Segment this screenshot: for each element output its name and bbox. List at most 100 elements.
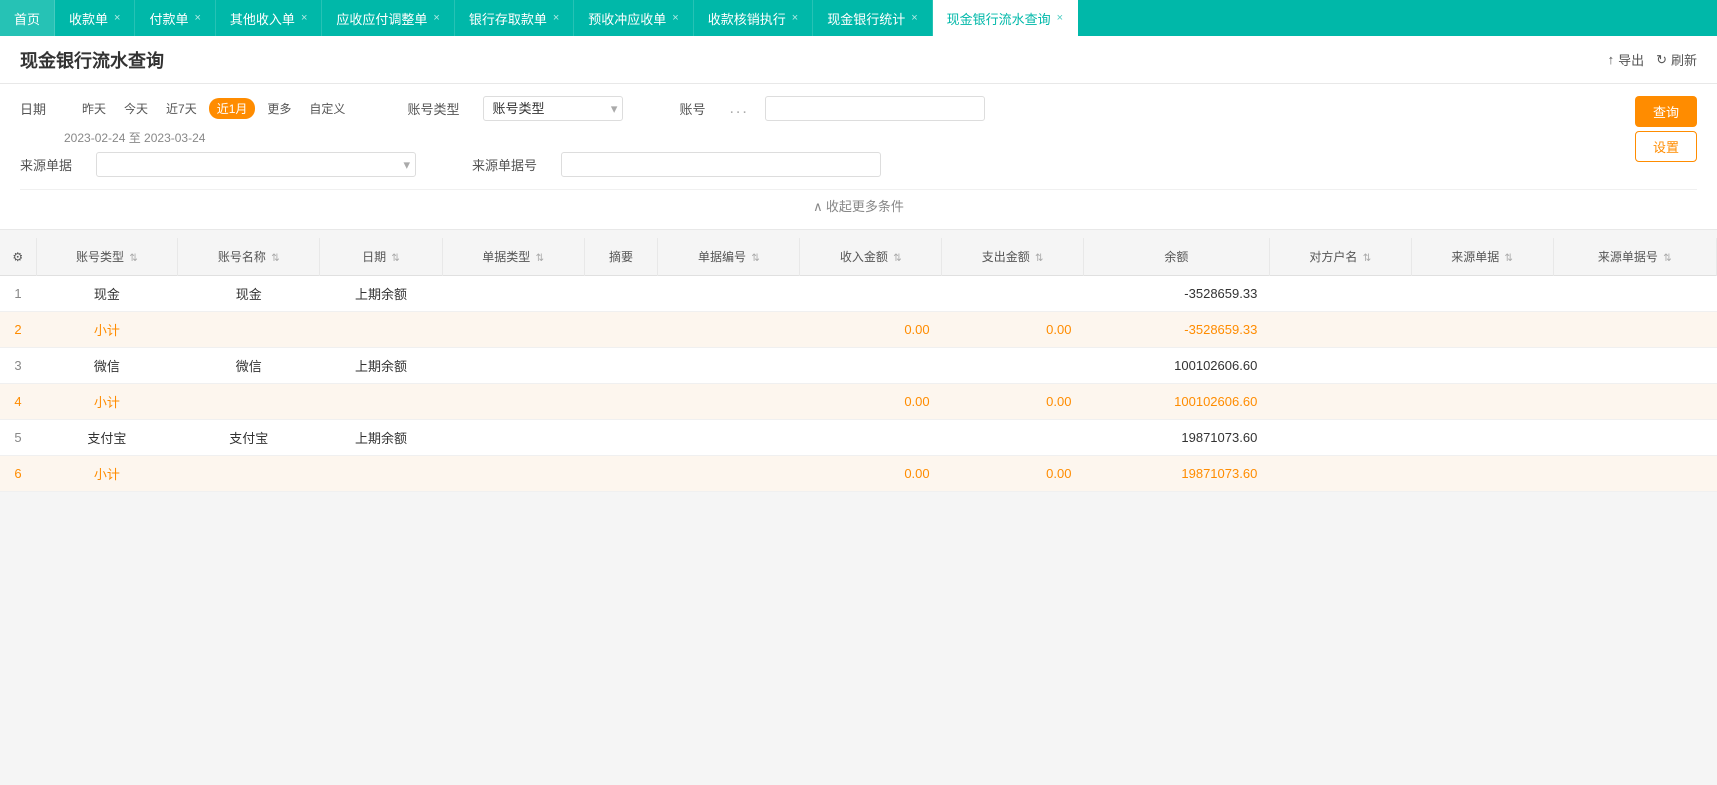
source-doc-no-input[interactable] [561, 152, 881, 177]
close-icon[interactable]: × [911, 12, 917, 24]
cell-account-type: 现金 [36, 276, 178, 312]
cell-doc-no [658, 312, 800, 348]
col-counterpart[interactable]: 对方户名 ⇅ [1269, 238, 1411, 276]
close-icon[interactable]: × [114, 12, 120, 24]
data-table: ⚙ 账号类型 ⇅ 账号名称 ⇅ 日期 ⇅ 单据类型 ⇅ 摘要 单据编号 ⇅ 收入… [0, 238, 1717, 492]
cell-income: 0.00 [800, 456, 942, 492]
col-source-doc-no[interactable]: 来源单据号 ⇅ [1553, 238, 1717, 276]
source-doc-label: 来源单据 [20, 155, 72, 174]
nav-flow-query[interactable]: 现金银行流水查询 × [933, 0, 1078, 36]
table-row: 1现金现金上期余额-3528659.33 [0, 276, 1717, 312]
date-option-more[interactable]: 更多 [261, 98, 297, 119]
cell-summary [584, 348, 658, 384]
table-container: ⚙ 账号类型 ⇅ 账号名称 ⇅ 日期 ⇅ 单据类型 ⇅ 摘要 单据编号 ⇅ 收入… [0, 238, 1717, 492]
close-icon[interactable]: × [672, 12, 678, 24]
account-input[interactable] [765, 96, 985, 121]
cell-account-name: 现金 [178, 276, 320, 312]
cell-account-type: 小计 [36, 384, 178, 420]
date-options: 昨天 今天 近7天 近1月 更多 自定义 [76, 98, 351, 119]
nav-verify[interactable]: 收款核销执行 × [694, 0, 813, 36]
cell-source-doc-no [1553, 420, 1717, 456]
cell-doc-type [442, 312, 584, 348]
account-type-select[interactable]: 账号类型 现金 微信 支付宝 [483, 96, 623, 121]
close-icon[interactable]: × [553, 12, 559, 24]
cell-doc-no [658, 384, 800, 420]
col-doc-type[interactable]: 单据类型 ⇅ [442, 238, 584, 276]
date-option-custom[interactable]: 自定义 [303, 98, 351, 119]
cell-date: 上期余额 [320, 348, 443, 384]
date-option-1month[interactable]: 近1月 [209, 98, 256, 119]
cell-income [800, 420, 942, 456]
cell-date [320, 456, 443, 492]
col-account-name[interactable]: 账号名称 ⇅ [178, 238, 320, 276]
filter-area: 日期 昨天 今天 近7天 近1月 更多 自定义 账号类型 账号类型 现金 微信 … [0, 84, 1717, 230]
cell-balance: 100102606.60 [1083, 384, 1269, 420]
col-date[interactable]: 日期 ⇅ [320, 238, 443, 276]
nav-prepayment[interactable]: 预收冲应收单 × [574, 0, 693, 36]
nav-home[interactable]: 首页 [0, 0, 55, 36]
row-number: 1 [0, 276, 36, 312]
cell-source-doc [1411, 420, 1553, 456]
close-icon[interactable]: × [433, 12, 439, 24]
cell-counterpart [1269, 384, 1411, 420]
cell-doc-no [658, 420, 800, 456]
nav-payment[interactable]: 付款单 × [135, 0, 215, 36]
date-option-today[interactable]: 今天 [118, 98, 154, 119]
cell-expense [942, 420, 1084, 456]
cell-source-doc-no [1553, 384, 1717, 420]
cell-summary [584, 420, 658, 456]
date-option-yesterday[interactable]: 昨天 [76, 98, 112, 119]
export-button[interactable]: ↑ 导出 [1608, 50, 1645, 69]
account-ellipsis[interactable]: ... [729, 100, 748, 118]
cell-income [800, 348, 942, 384]
close-icon[interactable]: × [792, 12, 798, 24]
cell-summary [584, 456, 658, 492]
settings-button[interactable]: 设置 [1635, 131, 1697, 162]
cell-doc-no [658, 456, 800, 492]
cell-balance: -3528659.33 [1083, 312, 1269, 348]
cell-summary [584, 312, 658, 348]
collapse-bar[interactable]: ∧ 收起更多条件 [20, 189, 1697, 221]
col-account-type[interactable]: 账号类型 ⇅ [36, 238, 178, 276]
cell-doc-type [442, 384, 584, 420]
table-row: 6小计0.000.0019871073.60 [0, 456, 1717, 492]
nav-statistics[interactable]: 现金银行统计 × [813, 0, 932, 36]
col-summary: 摘要 [584, 238, 658, 276]
close-icon[interactable]: × [194, 12, 200, 24]
col-expense[interactable]: 支出金额 ⇅ [942, 238, 1084, 276]
col-balance: 余额 [1083, 238, 1269, 276]
cell-source-doc-no [1553, 312, 1717, 348]
account-type-label: 账号类型 [407, 99, 459, 118]
refresh-icon: ↻ [1656, 52, 1667, 68]
export-icon: ↑ [1608, 52, 1615, 67]
date-option-7days[interactable]: 近7天 [160, 98, 203, 119]
cell-summary [584, 276, 658, 312]
cell-account-type: 支付宝 [36, 420, 178, 456]
cell-date [320, 384, 443, 420]
nav-adjustment[interactable]: 应收应付调整单 × [322, 0, 454, 36]
cell-expense: 0.00 [942, 456, 1084, 492]
gear-th[interactable]: ⚙ [0, 238, 36, 276]
cell-source-doc [1411, 384, 1553, 420]
close-icon[interactable]: × [1057, 12, 1063, 24]
cell-doc-type [442, 420, 584, 456]
cell-doc-type [442, 348, 584, 384]
refresh-button[interactable]: ↻ 刷新 [1656, 50, 1697, 69]
close-icon[interactable]: × [301, 12, 307, 24]
cell-counterpart [1269, 456, 1411, 492]
cell-counterpart [1269, 312, 1411, 348]
cell-source-doc-no [1553, 456, 1717, 492]
cell-summary [584, 384, 658, 420]
source-doc-select[interactable] [96, 152, 416, 177]
cell-doc-type [442, 276, 584, 312]
nav-bank-deposit[interactable]: 银行存取款单 × [455, 0, 574, 36]
col-source-doc[interactable]: 来源单据 ⇅ [1411, 238, 1553, 276]
query-button[interactable]: 查询 [1635, 96, 1697, 127]
col-income[interactable]: 收入金额 ⇅ [800, 238, 942, 276]
col-doc-no[interactable]: 单据编号 ⇅ [658, 238, 800, 276]
source-doc-no-label: 来源单据号 [472, 155, 537, 174]
cell-source-doc-no [1553, 276, 1717, 312]
cell-date: 上期余额 [320, 420, 443, 456]
nav-other-income[interactable]: 其他收入单 × [216, 0, 322, 36]
nav-receipt[interactable]: 收款单 × [55, 0, 135, 36]
